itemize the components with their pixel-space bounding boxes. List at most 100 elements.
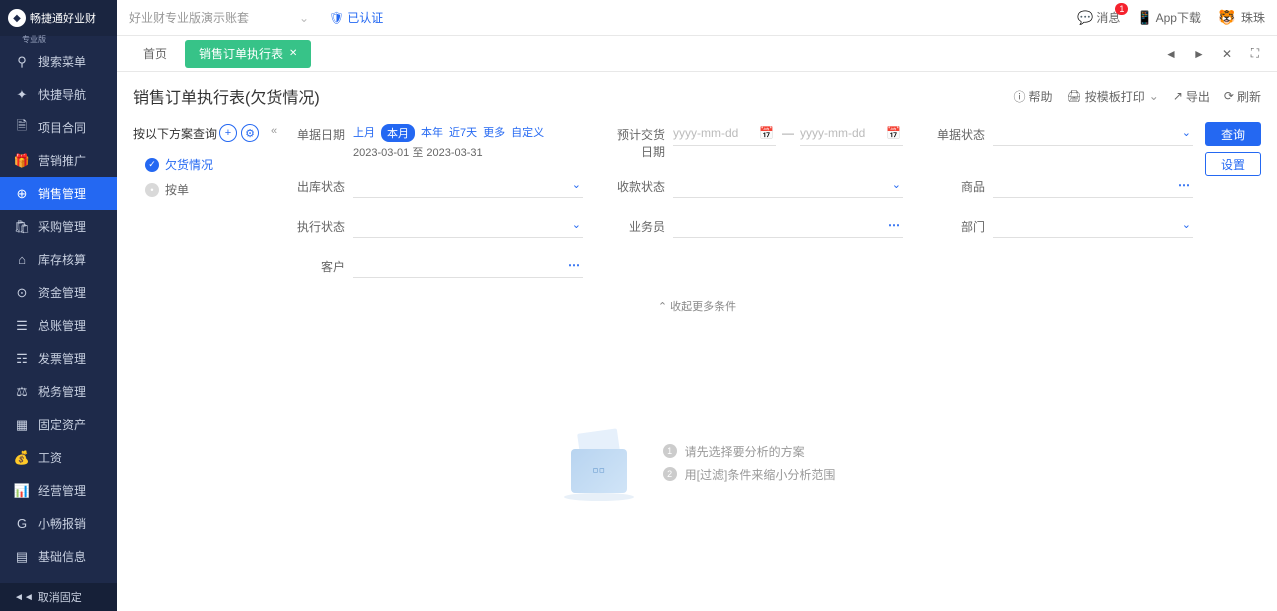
- nav-item-tax[interactable]: ⚖ 税务管理: [0, 375, 117, 408]
- tab-prev-button[interactable]: ◄: [1161, 44, 1181, 64]
- date-link-1[interactable]: 本月: [381, 124, 415, 142]
- receipt-status-select[interactable]: ⌄: [673, 172, 903, 198]
- date-range-links: 上月本月本年近7天更多自定义: [353, 120, 583, 142]
- nav-label: 发票管理: [38, 350, 86, 367]
- filter-grid: 单据日期 上月本月本年近7天更多自定义 2023-03-01 至 2023-03…: [293, 120, 1193, 292]
- chevron-down-icon: ⌄: [572, 218, 581, 231]
- nav-item-invoice[interactable]: ☶发票管理: [0, 342, 117, 375]
- sidebar-pin-toggle[interactable]: ◄◄ 取消固定: [0, 583, 117, 611]
- nav-item-gift[interactable]: 🎁营销推广: [0, 144, 117, 177]
- nav-item-sys[interactable]: ⚙系统管理: [0, 573, 117, 583]
- brand-edition: 专业版: [0, 34, 117, 45]
- sidebar-pin-label: 取消固定: [38, 589, 82, 605]
- empty-step-2: 2用[过滤]条件来缩小分析范围: [663, 466, 836, 483]
- tab-1[interactable]: 销售订单执行表 ✕: [185, 40, 311, 68]
- nav-item-doc[interactable]: 🗎项目合同: [0, 111, 117, 144]
- chevron-down-icon: ⌄: [1182, 218, 1191, 231]
- tenant-name: 好业财专业版演示账套: [129, 9, 249, 26]
- export-button[interactable]: ↗导出: [1173, 88, 1210, 105]
- dash: —: [782, 126, 794, 140]
- template-print-button[interactable]: 🖨按模板打印⌄: [1067, 88, 1159, 105]
- bill-status-label: 单据状态: [933, 120, 993, 143]
- salesman-select[interactable]: ⋯: [673, 212, 903, 238]
- tax-icon: ⚖: [14, 384, 30, 400]
- refresh-button[interactable]: ⟳刷新: [1224, 88, 1261, 105]
- tab-bar: 首页 销售订单执行表 ✕ ◄ ► ✕ ⛶: [117, 36, 1277, 72]
- bill-status-select[interactable]: ⌄: [993, 120, 1193, 146]
- nav-label: 营销推广: [38, 152, 86, 169]
- chevron-down-icon: ⌄: [1182, 126, 1191, 139]
- nav-label: 快捷导航: [38, 86, 86, 103]
- nav-item-ledger[interactable]: ☰总账管理: [0, 309, 117, 342]
- doc-icon: 🗎: [14, 120, 30, 136]
- nav-label: 税务管理: [38, 383, 86, 400]
- nav-label: 经营管理: [38, 482, 86, 499]
- help-button[interactable]: ⓘ帮助: [1014, 88, 1053, 105]
- content: 销售订单执行表(欠货情况) ⓘ帮助 🖨按模板打印⌄ ↗导出 ⟳刷新 按以下方案查…: [117, 72, 1277, 611]
- exec-status-select[interactable]: ⌄: [353, 212, 583, 238]
- query-button[interactable]: 查询: [1205, 122, 1261, 146]
- scheme-settings-button[interactable]: ⚙: [241, 124, 259, 142]
- nav-item-biz[interactable]: 📊经营管理: [0, 474, 117, 507]
- date-link-5[interactable]: 自定义: [511, 124, 544, 142]
- dept-select[interactable]: ⌄: [993, 212, 1193, 238]
- nav-label: 小畅报销: [38, 515, 86, 532]
- scheme-collapse-button[interactable]: «: [267, 124, 281, 138]
- nav-item-bag[interactable]: 🛍采购管理: [0, 210, 117, 243]
- verified-label: 已认证: [347, 9, 383, 26]
- nav-item-store[interactable]: ⌂库存核算: [0, 243, 117, 276]
- brand-icon: ◆: [8, 9, 26, 27]
- scheme-item-1[interactable]: • 按单: [145, 177, 281, 202]
- sidebar: ◆ 畅捷通好业财 专业版 ⚲搜索菜单✦快捷导航🗎项目合同🎁营销推广⊕销售管理🛍采…: [0, 0, 117, 611]
- tab-0[interactable]: 首页: [129, 40, 181, 68]
- scheme-label: 按单: [165, 181, 189, 198]
- nav-label: 基础信息: [38, 548, 86, 565]
- out-status-select[interactable]: ⌄: [353, 172, 583, 198]
- nav-label: 资金管理: [38, 284, 86, 301]
- export-icon: ↗: [1173, 89, 1183, 103]
- close-icon[interactable]: ✕: [289, 48, 297, 59]
- nav-item-money[interactable]: ⊙资金管理: [0, 276, 117, 309]
- search-icon: ⚲: [14, 54, 30, 70]
- scheme-icon: •: [145, 183, 159, 197]
- nav-item-search[interactable]: ⚲搜索菜单: [0, 45, 117, 78]
- receipt-status-label: 收款状态: [613, 172, 673, 195]
- nav-item-reimburse[interactable]: G小畅报销: [0, 507, 117, 540]
- store-icon: ⌂: [14, 252, 30, 268]
- goods-label: 商品: [933, 172, 993, 195]
- goods-select[interactable]: ⋯: [993, 172, 1193, 198]
- nav-item-base[interactable]: ▤ 基础信息: [0, 540, 117, 573]
- user-menu[interactable]: 🐯 珠珠: [1217, 8, 1265, 28]
- exec-status-label: 执行状态: [293, 212, 353, 235]
- date-link-3[interactable]: 近7天: [449, 124, 477, 142]
- nav-item-cart[interactable]: ⊕销售管理: [0, 177, 117, 210]
- tab-label: 销售订单执行表: [199, 45, 283, 62]
- asset-icon: ▦: [14, 417, 30, 433]
- base-icon: ▤: [14, 549, 30, 565]
- nav-item-salary[interactable]: 💰工资: [0, 441, 117, 474]
- nav-item-asset[interactable]: ▦固定资产: [0, 408, 117, 441]
- customer-select[interactable]: ⋯: [353, 252, 583, 278]
- customer-label: 客户: [293, 252, 353, 275]
- phone-icon: 📱: [1136, 10, 1152, 26]
- date-link-0[interactable]: 上月: [353, 124, 375, 142]
- salesman-label: 业务员: [613, 212, 673, 235]
- settings-button[interactable]: 设置: [1205, 152, 1261, 176]
- tab-close-button[interactable]: ✕: [1217, 44, 1237, 64]
- date-link-2[interactable]: 本年: [421, 124, 443, 142]
- messages-button[interactable]: 💬 消息: [1077, 9, 1120, 26]
- collapse-filters-button[interactable]: ⌃ 收起更多条件: [658, 298, 736, 314]
- tab-next-button[interactable]: ►: [1189, 44, 1209, 64]
- date-link-4[interactable]: 更多: [483, 124, 505, 142]
- tenant-selector[interactable]: 好业财专业版演示账套 ⌄: [129, 9, 309, 26]
- fullscreen-button[interactable]: ⛶: [1245, 44, 1265, 64]
- app-download-button[interactable]: 📱 App下载: [1136, 9, 1201, 26]
- deliver-date-from-input[interactable]: yyyy-mm-dd📅: [673, 120, 776, 146]
- scheme-add-button[interactable]: +: [219, 124, 237, 142]
- main-area: 好业财专业版演示账套 ⌄ 🛡 已认证 💬 消息 📱 App下载 🐯 珠珠: [117, 0, 1277, 611]
- scheme-item-0[interactable]: ✓欠货情况: [145, 152, 281, 177]
- nav-item-home[interactable]: ✦ 快捷导航: [0, 78, 117, 111]
- home-icon: ✦: [14, 87, 30, 103]
- deliver-date-to-input[interactable]: yyyy-mm-dd📅: [800, 120, 903, 146]
- deliver-date-label: 预计交货日期: [613, 120, 673, 160]
